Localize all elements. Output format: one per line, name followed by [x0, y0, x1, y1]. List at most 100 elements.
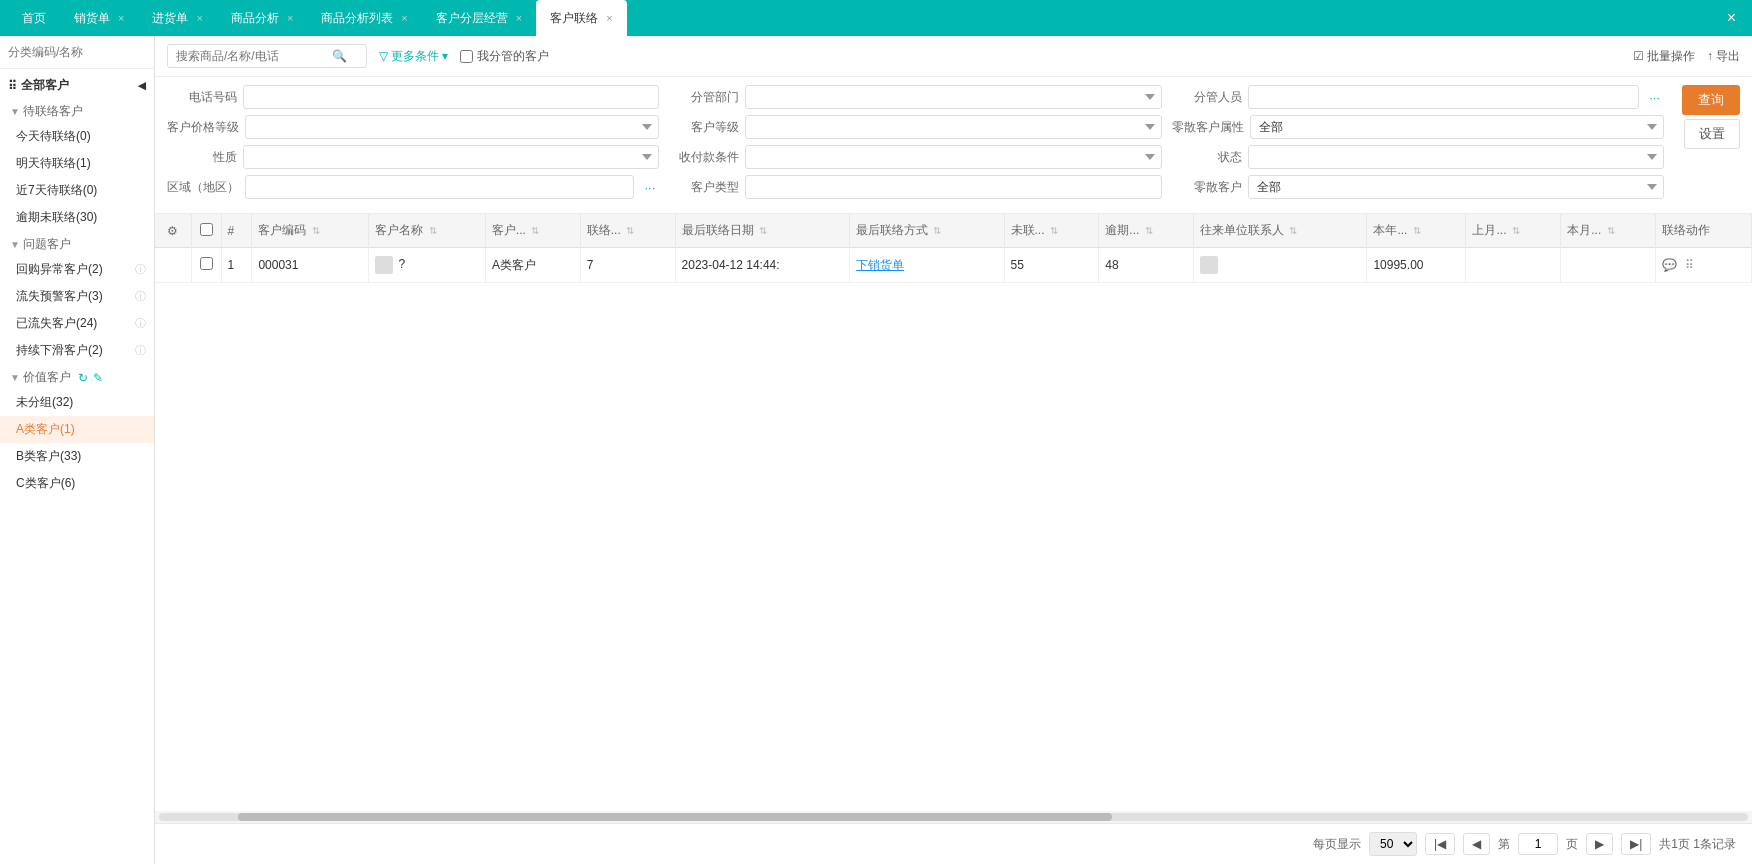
prev-page-button[interactable]: ◀ — [1463, 833, 1490, 855]
nav-home[interactable]: 首页 — [8, 0, 60, 36]
horizontal-scrollbar[interactable] — [155, 811, 1752, 823]
sidebar-item-today-pending[interactable]: 今天待联络(0) — [0, 123, 154, 150]
person-more-btn[interactable]: ··· — [1645, 90, 1664, 105]
phone-input[interactable] — [243, 85, 659, 109]
my-customer-checkbox-label[interactable]: 我分管的客户 — [460, 48, 549, 65]
arrow-down-icon-3: ▼ — [10, 372, 20, 383]
table-area: ⚙ # 客户编码 ⇅ 客户名称 ⇅ — [155, 214, 1752, 811]
window-close-button[interactable]: × — [1719, 9, 1744, 27]
edit-icon[interactable]: ✎ — [93, 371, 103, 385]
chat-action-icon[interactable]: 💬 — [1662, 258, 1677, 272]
filter-search-input[interactable] — [176, 49, 326, 63]
select-all-checkbox[interactable] — [200, 223, 213, 236]
sidebar-item-ungrouped[interactable]: 未分组(32) — [0, 389, 154, 416]
sidebar-item-a-class[interactable]: A类客户(1) — [0, 416, 154, 443]
retail-attr-select[interactable]: 全部 — [1250, 115, 1664, 139]
close-product-analysis-list-tab[interactable]: × — [401, 12, 407, 24]
info-icon-2: ⓘ — [135, 289, 146, 304]
row-seq: 1 — [221, 248, 252, 283]
filter-more-conditions[interactable]: ▽ 更多条件 ▾ — [379, 48, 448, 65]
refresh-icon[interactable]: ↻ — [78, 371, 88, 385]
page-input[interactable] — [1518, 833, 1558, 855]
my-customer-checkbox[interactable] — [460, 50, 473, 63]
status-select[interactable] — [1248, 145, 1664, 169]
th-code[interactable]: 客户编码 ⇅ — [252, 214, 369, 248]
qr-action-icon[interactable]: ⠿ — [1685, 258, 1694, 272]
th-last-date[interactable]: 最后联络日期 ⇅ — [675, 214, 850, 248]
sidebar-collapse-icon[interactable]: ◀ — [138, 80, 146, 91]
query-button[interactable]: 查询 — [1682, 85, 1740, 115]
first-page-button[interactable]: |◀ — [1425, 833, 1455, 855]
export-button[interactable]: ↑ 导出 — [1707, 48, 1740, 65]
close-customer-segment-tab[interactable]: × — [516, 12, 522, 24]
sidebar-item-repurchase-abnormal[interactable]: 回购异常客户(2) ⓘ — [0, 256, 154, 283]
sidebar-item-declining[interactable]: 持续下滑客户(2) ⓘ — [0, 337, 154, 364]
filter-row-4: 区域（地区） ··· 客户类型 零散客户 全部 — [167, 175, 1674, 199]
sidebar-item-tomorrow-pending[interactable]: 明天待联络(1) — [0, 150, 154, 177]
gear-column-header[interactable]: ⚙ — [155, 214, 191, 248]
th-this-month[interactable]: 本月... ⇅ — [1561, 214, 1656, 248]
row-last-date: 2023-04-12 14:44: — [675, 248, 850, 283]
sidebar-item-week-pending[interactable]: 近7天待联络(0) — [0, 177, 154, 204]
per-page-select[interactable]: 50 — [1369, 832, 1417, 856]
sidebar-item-loss-warning[interactable]: 流失预警客户(3) ⓘ — [0, 283, 154, 310]
sidebar-section-value[interactable]: ▼ 价值客户 ↻ ✎ — [0, 364, 154, 389]
retail-select[interactable]: 全部 — [1248, 175, 1664, 199]
th-contact[interactable]: 联络... ⇅ — [580, 214, 675, 248]
sidebar-section-problem[interactable]: ▼ 问题客户 — [0, 231, 154, 256]
payment-select[interactable] — [745, 145, 1161, 169]
filter-search-icon[interactable]: 🔍 — [332, 49, 347, 63]
filter-dept: 分管部门 — [669, 85, 1171, 109]
filter-action-buttons: 查询 设置 — [1682, 85, 1740, 205]
sidebar-section-pending[interactable]: ▼ 待联络客户 — [0, 98, 154, 123]
nav-product-analysis-list[interactable]: 商品分析列表 × — [307, 0, 421, 36]
table-row: 1 000031 ? A类客户 7 2023-04-12 14:44: 下销货单 — [155, 248, 1752, 283]
close-purchase-tab[interactable]: × — [196, 12, 202, 24]
nav-purchase[interactable]: 进货单 × — [138, 0, 216, 36]
sidebar-search-input[interactable] — [8, 45, 155, 59]
th-overdue[interactable]: 逾期... ⇅ — [1099, 214, 1194, 248]
th-year-amount[interactable]: 本年... ⇅ — [1367, 214, 1466, 248]
person-input[interactable] — [1248, 85, 1639, 109]
sidebar-all-customers-header[interactable]: ⠿ 全部客户 ◀ — [0, 69, 154, 98]
last-page-button[interactable]: ▶| — [1621, 833, 1651, 855]
payment-label: 收付款条件 — [669, 149, 739, 166]
th-contact-person[interactable]: 往来单位联系人 ⇅ — [1194, 214, 1367, 248]
nav-customer-segment[interactable]: 客户分层经营 × — [422, 0, 536, 36]
nav-product-analysis[interactable]: 商品分析 × — [217, 0, 307, 36]
info-icon-4: ⓘ — [135, 343, 146, 358]
region-input[interactable] — [245, 175, 634, 199]
th-last-method[interactable]: 最后联络方式 ⇅ — [850, 214, 1004, 248]
status-label: 状态 — [1172, 149, 1242, 166]
th-last-month[interactable]: 上月... ⇅ — [1466, 214, 1561, 248]
scrollbar-thumb[interactable] — [238, 813, 1112, 821]
next-page-button[interactable]: ▶ — [1586, 833, 1613, 855]
nav-sales[interactable]: 销货单 × — [60, 0, 138, 36]
th-name[interactable]: 客户名称 ⇅ — [369, 214, 486, 248]
filter-price-level: 客户价格等级 — [167, 115, 669, 139]
dept-select[interactable] — [745, 85, 1161, 109]
customer-level-select[interactable] — [745, 115, 1161, 139]
region-more-btn[interactable]: ··· — [640, 180, 659, 195]
settings-button[interactable]: 设置 — [1684, 119, 1740, 149]
sidebar-item-lost[interactable]: 已流失客户(24) ⓘ — [0, 310, 154, 337]
price-level-select[interactable] — [245, 115, 659, 139]
th-type[interactable]: 客户... ⇅ — [485, 214, 580, 248]
th-not-contact[interactable]: 未联... ⇅ — [1004, 214, 1099, 248]
page-suffix: 页 — [1566, 836, 1578, 853]
row-contact-person — [1194, 248, 1367, 283]
checkbox-column-header[interactable] — [191, 214, 221, 248]
close-product-analysis-tab[interactable]: × — [287, 12, 293, 24]
customer-type-input[interactable] — [745, 175, 1161, 199]
nav-customer-contact[interactable]: 客户联络 × — [536, 0, 626, 36]
sidebar-item-overdue-pending[interactable]: 逾期未联络(30) — [0, 204, 154, 231]
sidebar-item-b-class[interactable]: B类客户(33) — [0, 443, 154, 470]
row-actions: 💬 ⠿ — [1656, 248, 1752, 283]
nature-select[interactable] — [243, 145, 659, 169]
row-checkbox[interactable] — [200, 257, 213, 270]
close-customer-contact-tab[interactable]: × — [606, 12, 612, 24]
batch-operation-button[interactable]: ☑ 批量操作 — [1633, 48, 1695, 65]
close-sales-tab[interactable]: × — [118, 12, 124, 24]
sidebar-item-c-class[interactable]: C类客户(6) — [0, 470, 154, 497]
last-method-link[interactable]: 下销货单 — [856, 258, 904, 272]
